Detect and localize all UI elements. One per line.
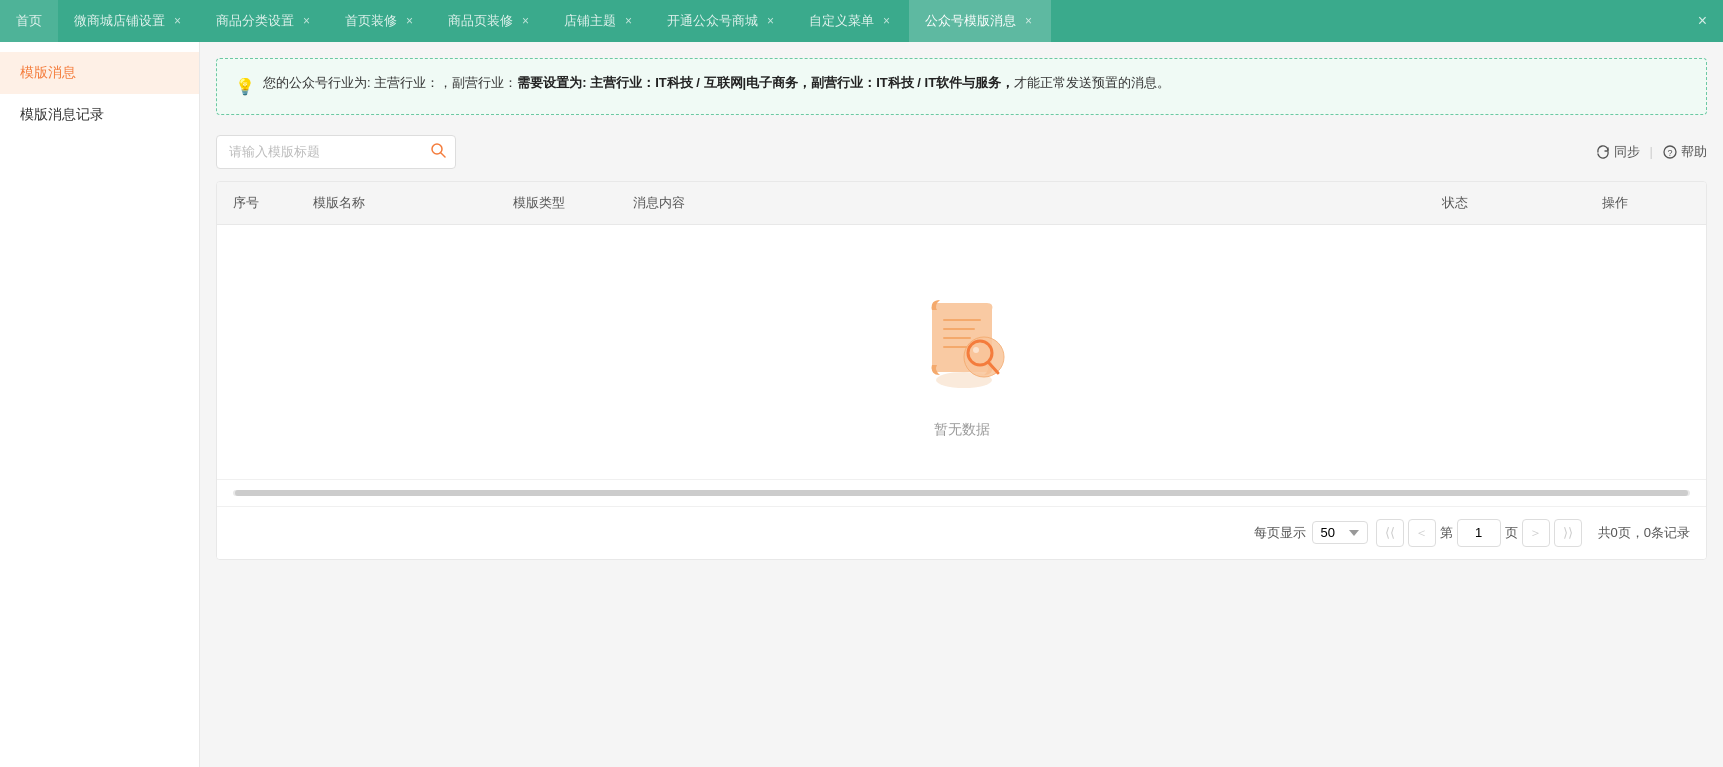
empty-icon xyxy=(902,285,1022,405)
tab-home-decor-label: 首页装修 xyxy=(345,12,397,30)
empty-text: 暂无数据 xyxy=(934,421,990,439)
search-bar: 同步 | ? 帮助 xyxy=(216,135,1707,169)
total-info: 共0页，0条记录 xyxy=(1598,524,1690,542)
page-input[interactable] xyxy=(1457,519,1501,547)
tab-open-mall-label: 开通公众号商城 xyxy=(667,12,758,30)
table-header: 序号 模版名称 模版类型 消息内容 状态 操作 xyxy=(217,182,1706,225)
tab-home-decor[interactable]: 首页装修 × xyxy=(329,0,432,42)
tab-product-decor[interactable]: 商品页装修 × xyxy=(432,0,548,42)
search-input-wrap xyxy=(216,135,456,169)
tab-product-decor-close[interactable]: × xyxy=(519,12,532,30)
toolbar-right: 同步 | ? 帮助 xyxy=(1596,143,1707,161)
col-seq: 序号 xyxy=(217,182,297,224)
tab-micro-shop-close[interactable]: × xyxy=(171,12,184,30)
content-area: 💡 您的公众号行业为: 主营行业：，副营行业：需要设置为: 主营行业：IT科技 … xyxy=(200,42,1723,767)
tab-shop-theme-label: 店铺主题 xyxy=(564,12,616,30)
tab-product-category-label: 商品分类设置 xyxy=(216,12,294,30)
notice-banner: 💡 您的公众号行业为: 主营行业：，副营行业：需要设置为: 主营行业：IT科技 … xyxy=(216,58,1707,115)
col-name: 模版名称 xyxy=(297,182,497,224)
notice-suffix: 才能正常发送预置的消息。 xyxy=(1014,75,1170,90)
tab-home-label: 首页 xyxy=(16,12,42,30)
tab-shop-theme[interactable]: 店铺主题 × xyxy=(548,0,651,42)
notice-highlight: 需要设置为: 主营行业：IT科技 / 互联网|电子商务，副营行业：IT科技 / … xyxy=(517,75,1014,90)
page-size-select[interactable]: 10 20 50 100 xyxy=(1312,521,1368,544)
horizontal-scrollbar[interactable] xyxy=(217,479,1706,506)
notice-icon: 💡 xyxy=(235,74,255,100)
svg-text:?: ? xyxy=(1667,148,1672,158)
empty-state: 暂无数据 xyxy=(217,225,1706,479)
col-content: 消息内容 xyxy=(617,182,1426,224)
page-size-label: 每页显示 xyxy=(1254,524,1306,542)
tab-micro-shop[interactable]: 微商城店铺设置 × xyxy=(58,0,200,42)
pagination: 每页显示 10 20 50 100 ⟨⟨ ＜ 第 页 xyxy=(217,506,1706,559)
sidebar: 模版消息 模版消息记录 xyxy=(0,42,200,767)
tab-product-decor-label: 商品页装修 xyxy=(448,12,513,30)
col-status: 状态 xyxy=(1426,182,1586,224)
page-first-button[interactable]: ⟨⟨ xyxy=(1376,519,1404,547)
tab-shop-theme-close[interactable]: × xyxy=(622,12,635,30)
tab-home[interactable]: 首页 xyxy=(0,0,58,42)
tab-micro-shop-label: 微商城店铺设置 xyxy=(74,12,165,30)
col-type: 模版类型 xyxy=(497,182,617,224)
help-icon: ? xyxy=(1663,145,1677,159)
tab-custom-menu-close[interactable]: × xyxy=(880,12,893,30)
tab-home-decor-close[interactable]: × xyxy=(403,12,416,30)
tab-product-category[interactable]: 商品分类设置 × xyxy=(200,0,329,42)
sync-icon xyxy=(1596,145,1610,159)
sidebar-item-template-msg-label: 模版消息 xyxy=(20,64,76,80)
help-button[interactable]: ? 帮助 xyxy=(1663,143,1707,161)
tab-custom-menu[interactable]: 自定义菜单 × xyxy=(793,0,909,42)
svg-point-12 xyxy=(973,347,979,353)
search-input[interactable] xyxy=(216,135,456,169)
search-icon xyxy=(431,143,446,158)
data-table: 序号 模版名称 模版类型 消息内容 状态 操作 xyxy=(216,181,1707,560)
tab-template-msg-close[interactable]: × xyxy=(1022,12,1035,30)
page-last-button[interactable]: ⟩⟩ xyxy=(1554,519,1582,547)
page-label: 第 xyxy=(1440,524,1453,542)
tab-custom-menu-label: 自定义菜单 xyxy=(809,12,874,30)
tab-open-mall[interactable]: 开通公众号商城 × xyxy=(651,0,793,42)
page-next-button[interactable]: ＞ xyxy=(1522,519,1550,547)
sidebar-item-template-msg[interactable]: 模版消息 xyxy=(0,52,199,94)
toolbar-divider: | xyxy=(1650,144,1653,159)
notice-text: 您的公众号行业为: 主营行业：，副营行业：需要设置为: 主营行业：IT科技 / … xyxy=(263,73,1170,94)
col-action: 操作 xyxy=(1586,182,1706,224)
sidebar-item-template-msg-record[interactable]: 模版消息记录 xyxy=(0,94,199,136)
tab-bar: 首页 微商城店铺设置 × 商品分类设置 × 首页装修 × 商品页装修 × 店铺主… xyxy=(0,0,1723,42)
sync-label: 同步 xyxy=(1614,143,1640,161)
page-suffix: 页 xyxy=(1505,524,1518,542)
page-nav: ⟨⟨ ＜ 第 页 ＞ ⟩⟩ xyxy=(1376,519,1582,547)
tab-template-msg-label: 公众号模版消息 xyxy=(925,12,1016,30)
svg-line-1 xyxy=(441,153,445,157)
tab-open-mall-close[interactable]: × xyxy=(764,12,777,30)
sync-button[interactable]: 同步 xyxy=(1596,143,1640,161)
notice-prefix: 您的公众号行业为: 主营行业：，副营行业： xyxy=(263,75,517,90)
tab-bar-close-all[interactable]: × xyxy=(1682,12,1723,30)
scrollbar-thumb[interactable] xyxy=(235,490,1688,496)
search-button[interactable] xyxy=(431,143,446,161)
main-layout: 模版消息 模版消息记录 💡 您的公众号行业为: 主营行业：，副营行业：需要设置为… xyxy=(0,42,1723,767)
page-prev-button[interactable]: ＜ xyxy=(1408,519,1436,547)
help-label: 帮助 xyxy=(1681,143,1707,161)
tab-template-msg[interactable]: 公众号模版消息 × xyxy=(909,0,1051,42)
sidebar-item-template-msg-record-label: 模版消息记录 xyxy=(20,106,104,122)
page-size-wrap: 每页显示 10 20 50 100 xyxy=(1254,521,1368,544)
scrollbar-track xyxy=(233,490,1690,496)
tab-product-category-close[interactable]: × xyxy=(300,12,313,30)
